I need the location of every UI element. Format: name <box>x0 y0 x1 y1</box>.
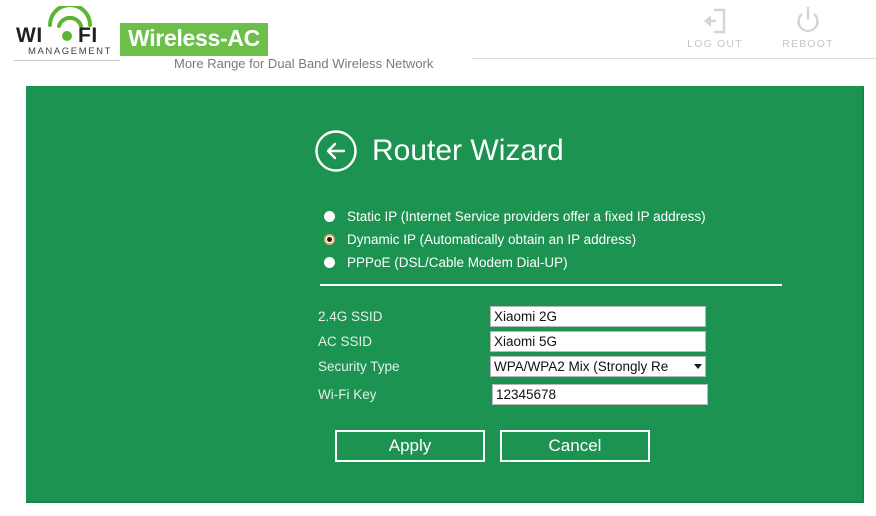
logout-label: LOG OUT <box>687 38 743 50</box>
page-header: WI FI MANAGEMENT Wireless-AC More Range … <box>0 0 876 86</box>
wan-type-radio-group: Static IP (Internet Service providers of… <box>324 205 706 274</box>
router-wizard-panel: Router Wizard Static IP (Internet Servic… <box>26 86 864 503</box>
label-wifi-key: Wi-Fi Key <box>318 387 377 402</box>
label-ssid-ac: AC SSID <box>318 334 373 349</box>
logo-subtitle: MANAGEMENT <box>27 46 113 57</box>
logo-divider <box>14 60 120 61</box>
form-divider <box>320 284 782 286</box>
label-security-type: Security Type <box>318 359 400 374</box>
radio-label-pppoe: PPPoE (DSL/Cable Modem Dial-UP) <box>347 255 568 270</box>
header-divider <box>472 58 876 59</box>
wizard-button-row: Apply Cancel <box>335 430 650 462</box>
field-row-wifi-key: Wi-Fi Key 12345678 <box>318 382 708 407</box>
back-arrow-circle-icon[interactable] <box>314 129 358 173</box>
select-security-type-value: WPA/WPA2 Mix (Strongly Re <box>494 359 669 374</box>
logout-icon <box>704 8 726 34</box>
apply-button[interactable]: Apply <box>335 430 485 462</box>
brand-tag-label: Wireless-AC <box>128 25 260 51</box>
field-row-ssid-ac: AC SSID Xiaomi 5G <box>318 329 708 354</box>
page-title-row: Router Wizard <box>314 129 564 173</box>
field-row-security-type: Security Type WPA/WPA2 Mix (Strongly Re <box>318 354 708 379</box>
radio-label-static: Static IP (Internet Service providers of… <box>347 209 706 224</box>
reboot-button[interactable]: REBOOT <box>771 6 845 50</box>
radio-indicator-pppoe[interactable] <box>324 257 335 268</box>
chevron-down-icon[interactable] <box>694 364 702 369</box>
brand-tag: Wireless-AC <box>120 23 268 56</box>
logo-text-wi: WI <box>16 24 43 47</box>
input-ssid-24g[interactable]: Xiaomi 2G <box>490 306 706 327</box>
field-row-ssid-24g: 2.4G SSID Xiaomi 2G <box>318 304 708 329</box>
reboot-label: REBOOT <box>782 38 834 50</box>
input-wifi-key[interactable]: 12345678 <box>492 384 708 405</box>
radio-indicator-static[interactable] <box>324 211 335 222</box>
brand-tagline: More Range for Dual Band Wireless Networ… <box>174 56 434 71</box>
radio-option-static[interactable]: Static IP (Internet Service providers of… <box>324 205 706 228</box>
cancel-button[interactable]: Cancel <box>500 430 650 462</box>
input-ssid-ac[interactable]: Xiaomi 5G <box>490 331 706 352</box>
page-title: Router Wizard <box>372 134 564 167</box>
radio-option-dynamic[interactable]: Dynamic IP (Automatically obtain an IP a… <box>324 228 706 251</box>
select-security-type[interactable]: WPA/WPA2 Mix (Strongly Re <box>490 356 706 377</box>
power-icon <box>797 6 819 33</box>
wireless-settings-form: 2.4G SSID Xiaomi 2G AC SSID Xiaomi 5G Se… <box>318 304 708 407</box>
radio-option-pppoe[interactable]: PPPoE (DSL/Cable Modem Dial-UP) <box>324 251 706 274</box>
wifi-management-logo: WI FI MANAGEMENT <box>14 6 124 57</box>
radio-indicator-dynamic[interactable] <box>324 234 335 245</box>
label-ssid-24g: 2.4G SSID <box>318 309 383 324</box>
logout-button[interactable]: LOG OUT <box>678 6 752 50</box>
wifi-dot-icon <box>62 31 72 41</box>
logo-text-fi: FI <box>78 24 98 47</box>
radio-label-dynamic: Dynamic IP (Automatically obtain an IP a… <box>347 232 637 247</box>
